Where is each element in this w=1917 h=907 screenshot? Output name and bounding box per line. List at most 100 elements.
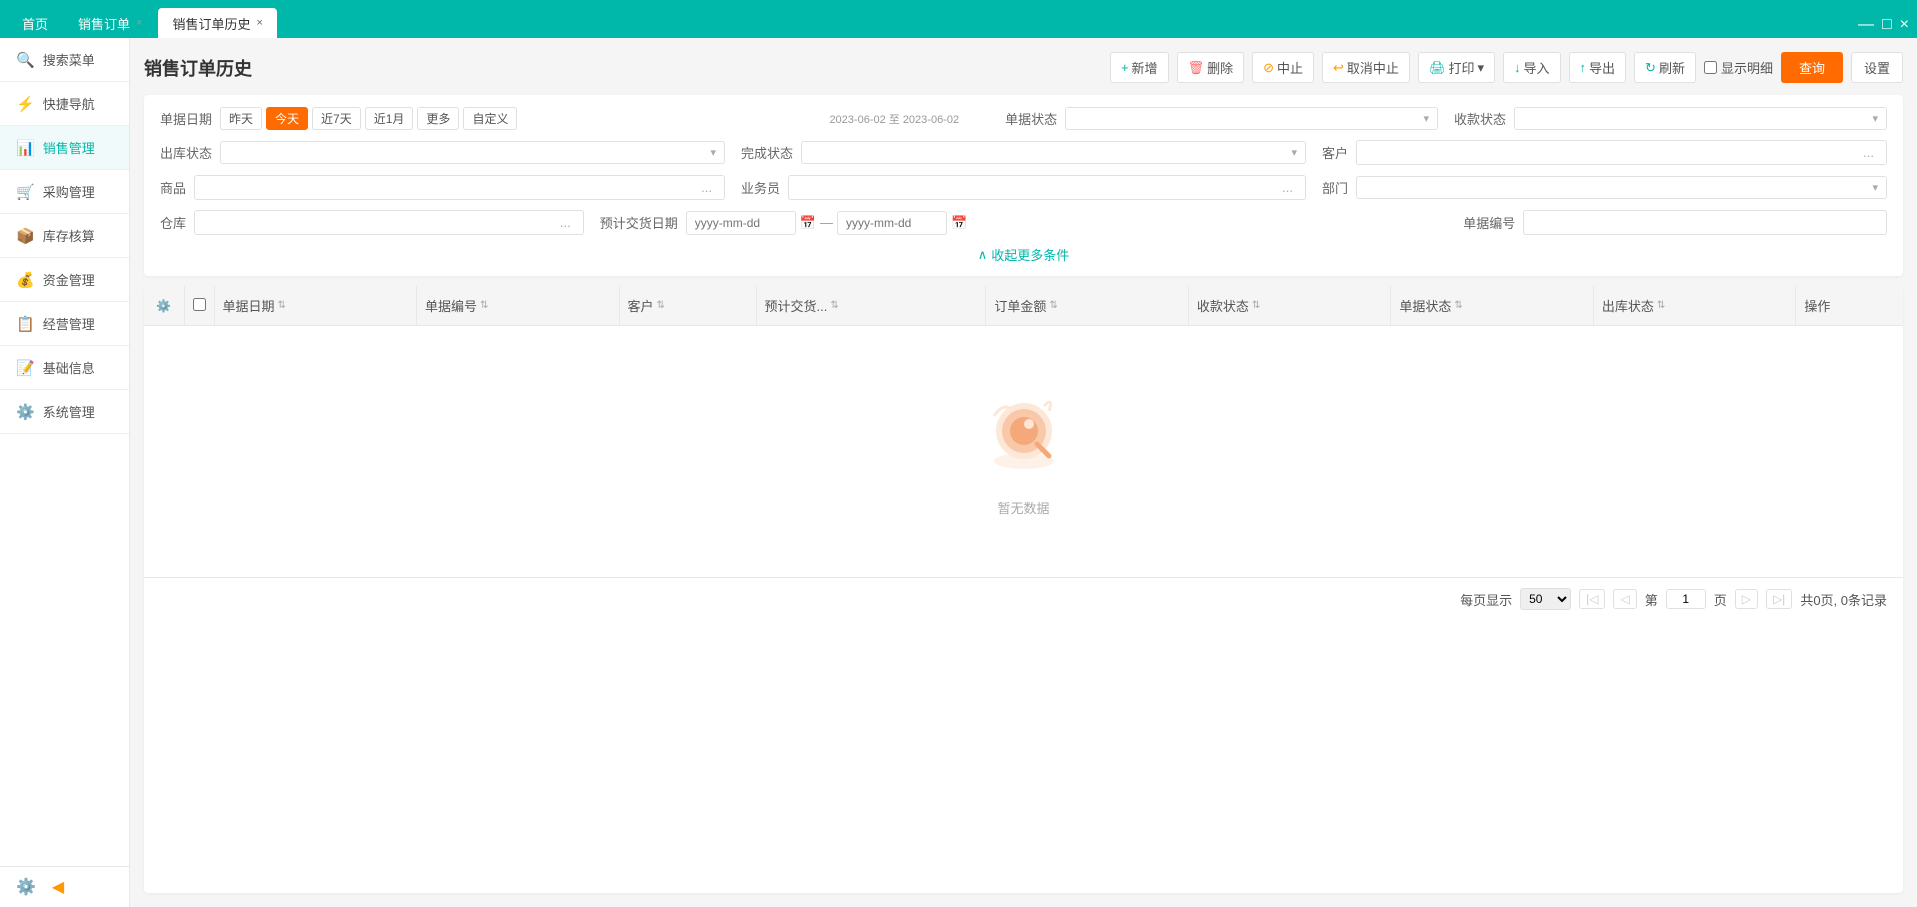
collapse-sidebar-icon[interactable]: ◀ (52, 877, 64, 897)
filter-complete-status: 完成状态 ▾ (741, 141, 1306, 164)
customer-dots-icon[interactable]: ... (1859, 145, 1878, 160)
th-out-status-label: 出库状态 (1602, 296, 1654, 315)
window-minimize-btn[interactable]: — (1858, 16, 1874, 34)
sidebar-item-search[interactable]: 🔍 搜索菜单 (0, 38, 129, 82)
dept-label: 部门 (1322, 178, 1348, 197)
date-quick-btns: 昨天 今天 近7天 近1月 更多 自定义 (220, 107, 517, 130)
page-size-label: 每页显示 (1460, 590, 1512, 609)
customer-label: 客户 (1322, 143, 1348, 162)
window-close-btn[interactable]: × (1900, 16, 1909, 34)
finance-icon: 💰 (16, 271, 35, 289)
dept-select[interactable]: ▾ (1356, 176, 1887, 199)
date-more-btn[interactable]: 更多 (417, 107, 459, 130)
delivery-date-start-input[interactable] (686, 211, 796, 235)
display-cols-check[interactable]: 显示明细 (1704, 58, 1773, 77)
page-size-select[interactable]: 50 10 20 100 (1520, 588, 1571, 610)
tab-sales-order-history-label: 销售订单历史 (172, 14, 250, 33)
sidebar-item-system[interactable]: ⚙️ 系统管理 (0, 390, 129, 434)
collection-status-select[interactable]: ▾ (1514, 107, 1887, 130)
out-status-select[interactable]: ▾ (220, 141, 725, 164)
date-label: 单据日期 (160, 109, 212, 128)
print-label: 打印 (1448, 58, 1474, 77)
import-button[interactable]: ↓ 导入 (1503, 52, 1561, 83)
goods-dots-icon[interactable]: ... (697, 180, 716, 195)
bill-status-select[interactable]: ▾ (1065, 107, 1438, 130)
th-bill-no[interactable]: 单据编号 ⇅ (417, 286, 620, 326)
sidebar-item-purchase[interactable]: 🛒 采购管理 (0, 170, 129, 214)
filter-warehouse: 仓库 ... (160, 210, 584, 235)
th-date[interactable]: 单据日期 ⇅ (214, 286, 417, 326)
filter-bill-status: 单据状态 ▾ (1005, 107, 1438, 130)
print-button[interactable]: 🖨 打印 ▾ (1418, 52, 1495, 83)
select-all-checkbox[interactable] (193, 298, 206, 311)
date-yesterday-btn[interactable]: 昨天 (220, 107, 262, 130)
filter-row-1: 单据日期 昨天 今天 近7天 近1月 更多 自定义 2023-06-02 至 2… (160, 107, 1887, 130)
th-amount[interactable]: 订单金额 ⇅ (986, 286, 1189, 326)
filter-goods: 商品 ... (160, 175, 725, 200)
warehouse-dots-icon[interactable]: ... (556, 215, 575, 230)
export-button[interactable]: ↑ 导出 (1569, 52, 1627, 83)
th-out-status[interactable]: 出库状态 ⇅ (1593, 286, 1796, 326)
prev-page-btn[interactable]: ◁ (1613, 589, 1636, 609)
sidebar-item-operations[interactable]: 📋 经营管理 (0, 302, 129, 346)
stop-icon: ⊘ (1263, 60, 1274, 76)
date-1month-btn[interactable]: 近1月 (365, 107, 414, 130)
complete-status-arrow-icon: ▾ (1291, 146, 1297, 159)
th-bill-status[interactable]: 单据状态 ⇅ (1391, 286, 1594, 326)
chevron-up-icon: ∧ (978, 247, 988, 263)
th-settings[interactable]: ⚙️ (144, 286, 184, 326)
collapse-label: 收起更多条件 (991, 245, 1069, 264)
delivery-date-end-cal-icon[interactable]: 📅 (951, 215, 967, 231)
salesman-dots-icon[interactable]: ... (1278, 180, 1297, 195)
first-page-btn[interactable]: |◁ (1579, 589, 1605, 609)
complete-status-select[interactable]: ▾ (801, 141, 1306, 164)
data-table: ⚙️ 单据日期 ⇅ 单据编号 ⇅ (144, 286, 1903, 577)
tab-sales-order-history[interactable]: 销售订单历史 × (158, 8, 276, 38)
filter-row-4: 仓库 ... 预计交货日期 📅 — 📅 (160, 210, 1887, 235)
th-customer[interactable]: 客户 ⇅ (619, 286, 756, 326)
settings-button[interactable]: 设置 (1851, 52, 1903, 83)
tab-home-label: 首页 (22, 14, 48, 33)
refresh-button[interactable]: ↻ 刷新 (1634, 52, 1696, 83)
collapse-bar[interactable]: ∧ 收起更多条件 (160, 245, 1887, 264)
th-collection-status[interactable]: 收款状态 ⇅ (1188, 286, 1391, 326)
th-checkbox[interactable] (184, 286, 214, 326)
delivery-date-start-cal-icon[interactable]: 📅 (800, 215, 816, 231)
inventory-icon: 📦 (16, 227, 35, 245)
filter-dept: 部门 ▾ (1322, 176, 1887, 199)
next-page-btn[interactable]: ▷ (1735, 589, 1758, 609)
pagination: 每页显示 50 10 20 100 |◁ ◁ 第 页 ▷ ▷| 共0页, 0条记… (144, 577, 1903, 620)
sidebar-item-basic[interactable]: 📝 基础信息 (0, 346, 129, 390)
tab-home[interactable]: 首页 (8, 8, 62, 38)
date-today-btn[interactable]: 今天 (266, 107, 308, 130)
filter-panel: 单据日期 昨天 今天 近7天 近1月 更多 自定义 2023-06-02 至 2… (144, 95, 1903, 276)
sidebar: 🔍 搜索菜单 ⚡ 快捷导航 📊 销售管理 🛒 采购管理 📦 库存核算 💰 资金管… (0, 38, 130, 907)
th-operations: 操作 (1796, 286, 1903, 326)
stop-button[interactable]: ⊘ 中止 (1252, 52, 1314, 83)
add-button[interactable]: + 新增 (1110, 52, 1169, 83)
th-date-sort-icon: ⇅ (278, 300, 286, 311)
delivery-date-end-input[interactable] (837, 211, 947, 235)
current-page-input[interactable] (1666, 589, 1706, 609)
query-button[interactable]: 查询 (1781, 52, 1843, 83)
date-separator: — (820, 215, 833, 230)
window-maximize-btn[interactable]: □ (1882, 16, 1892, 34)
sidebar-item-inventory[interactable]: 📦 库存核算 (0, 214, 129, 258)
filter-customer: 客户 ... (1322, 140, 1887, 165)
date-custom-btn[interactable]: 自定义 (463, 107, 517, 130)
tab-sales-order-close[interactable]: × (136, 17, 142, 29)
empty-state: 暂无数据 (144, 326, 1903, 577)
bill-no-input[interactable] (1523, 210, 1887, 235)
date-7days-btn[interactable]: 近7天 (312, 107, 361, 130)
delete-button[interactable]: 🗑 删除 (1177, 52, 1245, 83)
tab-sales-order-history-close[interactable]: × (256, 17, 262, 29)
display-cols-checkbox[interactable] (1704, 61, 1717, 74)
th-delivery[interactable]: 预计交货... ⇅ (756, 286, 986, 326)
settings-bottom-icon[interactable]: ⚙️ (16, 877, 36, 897)
last-page-btn[interactable]: ▷| (1766, 589, 1792, 609)
sidebar-item-sales[interactable]: 📊 销售管理 (0, 126, 129, 170)
sidebar-item-finance[interactable]: 💰 资金管理 (0, 258, 129, 302)
cancel-stop-button[interactable]: ↩ 取消中止 (1322, 52, 1410, 83)
sidebar-item-quicknav[interactable]: ⚡ 快捷导航 (0, 82, 129, 126)
tab-sales-order[interactable]: 销售订单 × (64, 8, 156, 38)
